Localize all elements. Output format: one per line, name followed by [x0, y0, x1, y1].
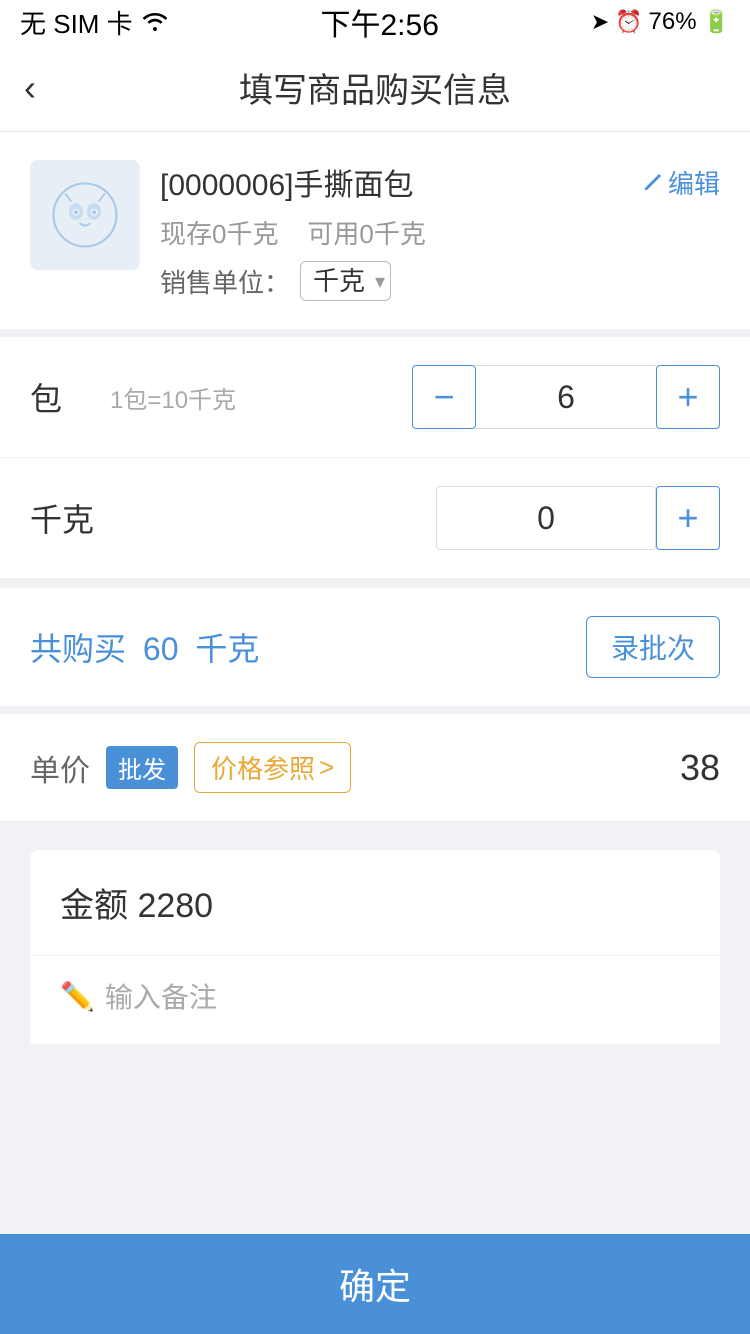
wifi-icon [141, 7, 169, 38]
product-card: [0000006]手撕面包 编辑 现存0千克 可用0千克 销售单位： 千克 ▾ [0, 132, 750, 337]
batch-button[interactable]: 录批次 [586, 616, 720, 678]
price-type-tag: 批发 [106, 746, 178, 789]
kg-quantity-input[interactable] [436, 486, 656, 550]
edit-icon [642, 171, 664, 193]
total-amount: 60 [143, 631, 179, 667]
pack-quantity-controls: − + [412, 365, 720, 429]
total-text: 共购买 60 千克 [30, 624, 259, 670]
pack-hint: 1包=10千克 [110, 380, 412, 415]
bottom-space [0, 1139, 750, 1234]
status-left: 无 SIM 卡 [20, 4, 169, 41]
product-thumbnail-icon [50, 180, 120, 250]
nav-bar: ‹ 填写商品购买信息 [0, 44, 750, 132]
kg-quantity-controls: + [436, 486, 720, 550]
pack-quantity-input[interactable] [476, 365, 656, 429]
pencil-icon: ✏️ [60, 980, 95, 1013]
unit-select[interactable]: 千克 [300, 261, 391, 301]
alarm-icon: ⏰ [615, 9, 642, 35]
product-full-name: [0000006]手撕面包 [160, 160, 413, 204]
price-section: 单价 批发 价格参照 > 38 [0, 714, 750, 822]
content-area: [0000006]手撕面包 编辑 现存0千克 可用0千克 销售单位： 千克 ▾ [0, 132, 750, 1234]
status-right: ➤ ⏰ 76% 🔋 [591, 8, 730, 36]
product-info: [0000006]手撕面包 编辑 现存0千克 可用0千克 销售单位： 千克 ▾ [160, 160, 720, 301]
status-bar: 无 SIM 卡 下午2:56 ➤ ⏰ 76% 🔋 [0, 0, 750, 44]
confirm-button[interactable]: 确定 [0, 1234, 750, 1334]
battery-text: 76% [649, 8, 697, 36]
pack-label: 包 [30, 374, 110, 420]
carrier-text: 无 SIM 卡 [20, 4, 133, 41]
remark-row[interactable]: ✏️ 输入备注 [30, 955, 720, 1044]
price-label: 单价 [30, 746, 90, 790]
unit-select-wrapper[interactable]: 千克 ▾ [300, 261, 391, 301]
product-name-row: [0000006]手撕面包 编辑 [160, 160, 720, 204]
kg-plus-button[interactable]: + [656, 486, 720, 550]
product-unit-row: 销售单位： 千克 ▾ [160, 261, 720, 301]
status-time: 下午2:56 [320, 0, 438, 44]
edit-button[interactable]: 编辑 [642, 164, 720, 201]
price-value: 38 [680, 747, 720, 789]
page-title: 填写商品购买信息 [239, 63, 511, 112]
amount-text: 金额 2280 [60, 887, 213, 925]
product-stock: 现存0千克 可用0千克 [160, 214, 720, 251]
pack-minus-button[interactable]: − [412, 365, 476, 429]
price-ref-arrow-icon: > [319, 752, 334, 783]
kg-label: 千克 [30, 495, 110, 541]
quantity-section: 包 1包=10千克 − + 千克 + [0, 337, 750, 580]
location-icon: ➤ [591, 9, 609, 35]
pack-plus-button[interactable]: + [656, 365, 720, 429]
battery-icon: 🔋 [703, 9, 730, 35]
amount-row: 金额 2280 [30, 850, 720, 955]
back-button[interactable]: ‹ [24, 67, 36, 109]
remark-placeholder: 输入备注 [105, 976, 217, 1016]
amount-section: 金额 2280 ✏️ 输入备注 [0, 822, 750, 1139]
quantity-kg-row: 千克 + [0, 458, 750, 579]
price-ref-button[interactable]: 价格参照 > [194, 742, 351, 793]
product-image [30, 160, 140, 270]
quantity-pack-row: 包 1包=10千克 − + [0, 337, 750, 458]
total-row: 共购买 60 千克 录批次 [0, 580, 750, 714]
